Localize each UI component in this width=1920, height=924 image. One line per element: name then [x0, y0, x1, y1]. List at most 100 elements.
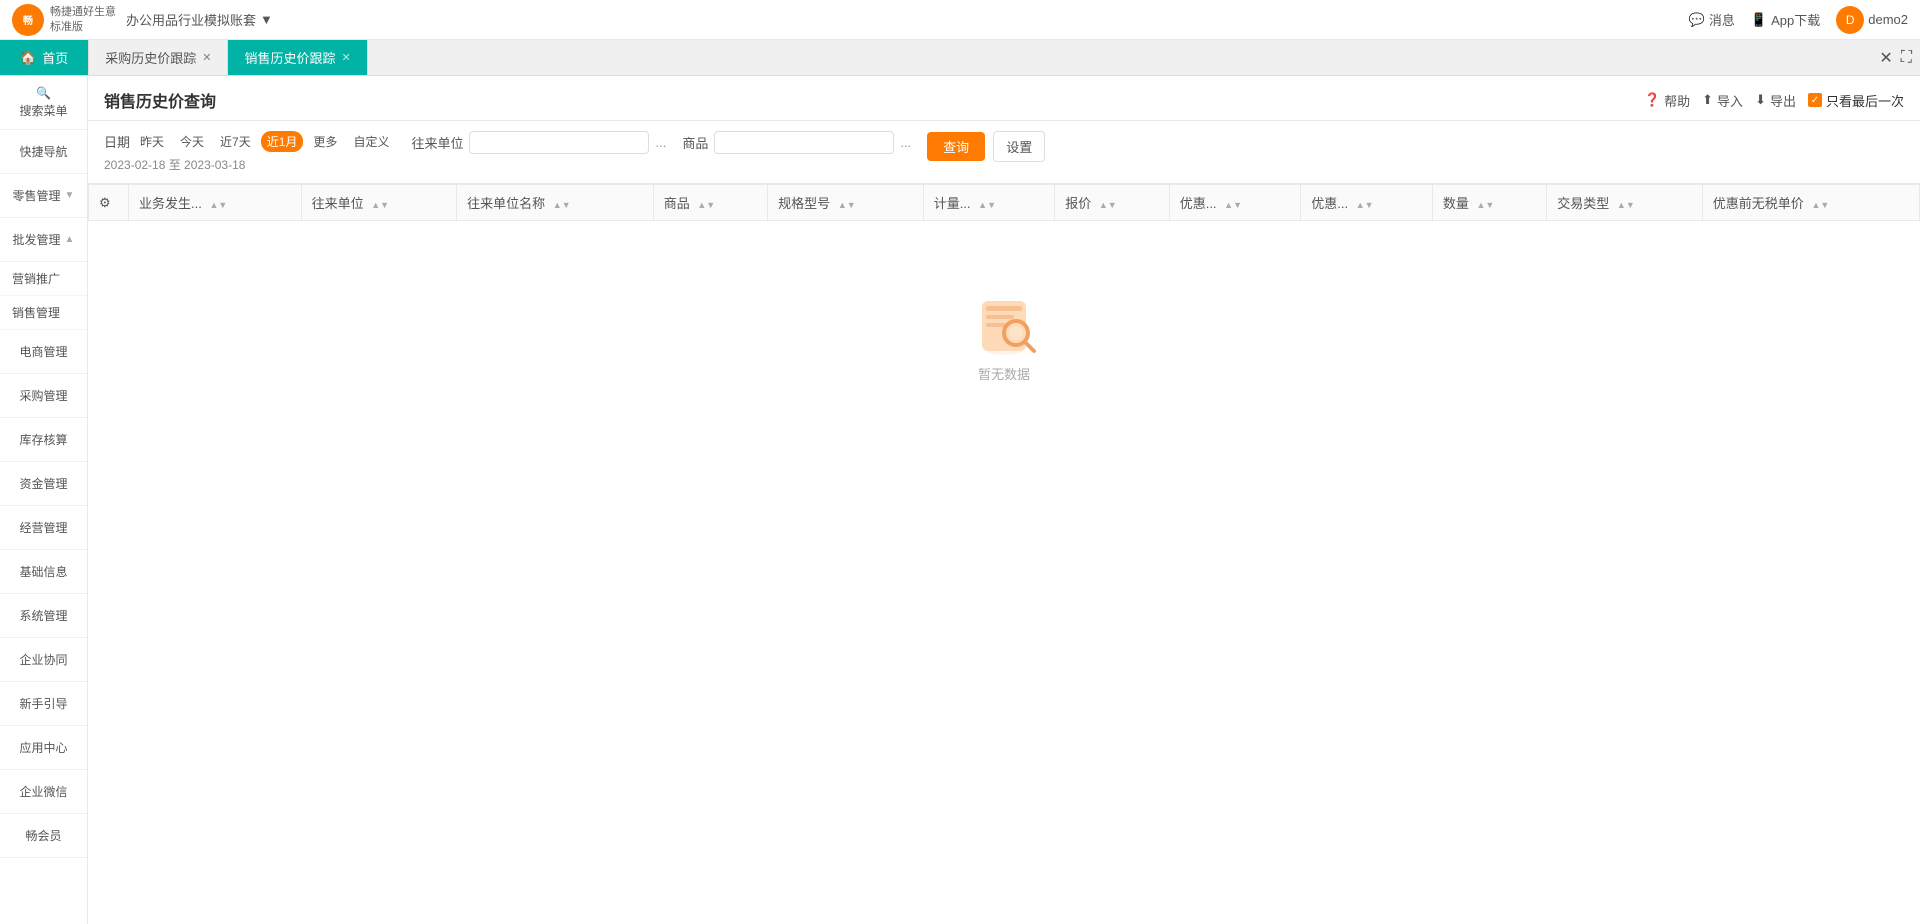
date-btn-yesterday[interactable]: 昨天: [134, 131, 170, 152]
sort-arrows-quantity: ▲▼: [1476, 200, 1494, 210]
sidebar-search-label: 搜索菜单: [19, 102, 67, 119]
th-discount1[interactable]: 优惠... ▲▼: [1169, 185, 1301, 221]
th-counterpart-code[interactable]: 往来单位 ▲▼: [301, 185, 457, 221]
goods-input[interactable]: [714, 131, 894, 154]
sort-arrows-trade-type: ▲▼: [1617, 200, 1635, 210]
sidebar-retail-label: 零售管理: [13, 187, 61, 204]
sidebar-ecommerce-label: 电商管理: [19, 343, 67, 360]
export-icon: ⬇: [1755, 92, 1766, 108]
sidebar-wholesale-label: 批发管理: [13, 231, 61, 248]
tab-close-all-icon[interactable]: ✕: [1879, 48, 1892, 68]
th-pretax-price[interactable]: 优惠前无税单价 ▲▼: [1702, 185, 1919, 221]
import-button[interactable]: ⬆ 导入: [1702, 91, 1743, 110]
sort-arrows-discount1: ▲▼: [1224, 200, 1242, 210]
sidebar-quicknav-label: 快捷导航: [19, 143, 67, 160]
th-goods[interactable]: 商品 ▲▼: [653, 185, 767, 221]
th-quote-price[interactable]: 报价 ▲▼: [1055, 185, 1169, 221]
sidebar-item-wechat[interactable]: 企业微信: [0, 770, 87, 814]
sidebar-item-system[interactable]: 系统管理: [0, 594, 87, 638]
sidebar-marketing-label: 营销推广: [12, 272, 60, 286]
tab-sales-history[interactable]: 销售历史价跟踪 ✕: [228, 40, 367, 75]
sidebar-item-finance[interactable]: 资金管理: [0, 462, 87, 506]
sidebar-item-guide[interactable]: 新手引导: [0, 682, 87, 726]
message-label: 消息: [1709, 10, 1735, 29]
chevron-down-icon: ▼: [65, 190, 75, 201]
chevron-up-icon: ▲: [65, 234, 75, 245]
date-btn-custom[interactable]: 自定义: [347, 131, 395, 152]
sidebar-item-retail[interactable]: 零售管理 ▼: [0, 174, 87, 218]
query-button[interactable]: 查询: [927, 132, 985, 161]
th-counterpart-code-label: 往来单位: [312, 196, 364, 211]
date-btn-today[interactable]: 今天: [174, 131, 210, 152]
th-counterpart-name[interactable]: 往来单位名称 ▲▼: [457, 185, 654, 221]
tab-purchase-history[interactable]: 采购历史价跟踪 ✕: [89, 40, 228, 75]
app-download-action[interactable]: 📱 App下载: [1751, 10, 1820, 29]
goods-ellipsis[interactable]: ...: [900, 135, 911, 150]
filter-bar: 日期 昨天 今天 近7天 近1月 更多 自定义 2023-02-18 至 202…: [88, 121, 1920, 184]
th-unit[interactable]: 计量... ▲▼: [923, 185, 1055, 221]
top-header: 畅 畅捷通好生意 标准版 办公用品行业模拟账套 ▼ 💬 消息 📱 App下载 D…: [0, 0, 1920, 40]
settings-button[interactable]: 设置: [993, 131, 1045, 162]
date-btn-more[interactable]: 更多: [307, 131, 343, 152]
th-quantity[interactable]: 数量 ▲▼: [1432, 185, 1546, 221]
goods-filter: 商品 ...: [682, 131, 911, 154]
counterpart-label: 往来单位: [411, 133, 463, 152]
sort-arrows-counterpart-code: ▲▼: [371, 200, 389, 210]
th-discount2[interactable]: 优惠... ▲▼: [1301, 185, 1433, 221]
tab-purchase-close[interactable]: ✕: [202, 51, 211, 64]
counterpart-ellipsis[interactable]: ...: [655, 135, 666, 150]
tab-home[interactable]: 🏠 首页: [0, 40, 89, 75]
avatar: D: [1836, 6, 1864, 34]
message-action[interactable]: 💬 消息: [1689, 10, 1735, 29]
sidebar-item-search[interactable]: 🔍 搜索菜单: [0, 76, 87, 130]
sidebar-item-wholesale[interactable]: 批发管理 ▲: [0, 218, 87, 262]
sidebar-item-inventory[interactable]: 库存核算: [0, 418, 87, 462]
empty-text: 暂无数据: [978, 364, 1030, 383]
th-discount2-label: 优惠...: [1311, 196, 1348, 211]
sidebar-basicinfo-label: 基础信息: [19, 563, 67, 580]
user-action[interactable]: D demo2: [1836, 6, 1908, 34]
th-trade-type[interactable]: 交易类型 ▲▼: [1547, 185, 1703, 221]
tab-expand-icon[interactable]: ⛶: [1901, 49, 1912, 67]
date-btn-1month[interactable]: 近1月: [261, 131, 304, 152]
sidebar-item-operations[interactable]: 经营管理: [0, 506, 87, 550]
import-label: 导入: [1717, 91, 1743, 110]
sort-arrows-biz-date: ▲▼: [209, 200, 227, 210]
help-button[interactable]: ❓ 帮助: [1644, 91, 1690, 110]
date-btn-7days[interactable]: 近7天: [214, 131, 257, 152]
counterpart-input[interactable]: [469, 131, 649, 154]
logo-text: 畅捷通好生意 标准版: [50, 5, 116, 34]
sidebar-item-enterprise[interactable]: 企业协同: [0, 638, 87, 682]
logo-icon: 畅: [12, 4, 44, 36]
th-trade-type-label: 交易类型: [1557, 196, 1609, 211]
date-range-text: 2023-02-18 至 2023-03-18: [104, 158, 245, 172]
sidebar-item-quick-nav[interactable]: 快捷导航: [0, 130, 87, 174]
tab-sales-close[interactable]: ✕: [341, 51, 350, 64]
th-unit-label: 计量...: [934, 196, 971, 211]
filter-buttons: 查询 设置: [927, 131, 1045, 162]
only-last-checkbox-wrapper[interactable]: ✓ 只看最后一次: [1808, 91, 1904, 110]
th-quote-price-label: 报价: [1065, 196, 1091, 211]
sidebar-finance-label: 资金管理: [19, 475, 67, 492]
th-counterpart-name-label: 往来单位名称: [467, 196, 545, 211]
export-button[interactable]: ⬇ 导出: [1755, 91, 1796, 110]
app-selector[interactable]: 办公用品行业模拟账套 ▼: [126, 10, 273, 29]
only-last-checkbox[interactable]: ✓: [1808, 93, 1822, 107]
app-download-label: App下载: [1771, 10, 1820, 29]
sidebar-item-sales-mgmt[interactable]: 销售管理: [0, 296, 87, 330]
sidebar-item-ecommerce[interactable]: 电商管理: [0, 330, 87, 374]
sidebar-item-app-center[interactable]: 应用中心: [0, 726, 87, 770]
tab-sales-label: 销售历史价跟踪: [244, 48, 335, 67]
th-settings[interactable]: ⚙: [89, 185, 129, 221]
th-biz-date[interactable]: 业务发生... ▲▼: [129, 185, 302, 221]
sidebar-item-basic-info[interactable]: 基础信息: [0, 550, 87, 594]
sidebar-item-purchase[interactable]: 采购管理: [0, 374, 87, 418]
gear-icon: ⚙: [99, 195, 111, 210]
sidebar-item-member[interactable]: 畅会员: [0, 814, 87, 858]
sort-arrows-goods: ▲▼: [697, 200, 715, 210]
main-layout: 🔍 搜索菜单 快捷导航 零售管理 ▼ 批发管理 ▲ 营销推广 销售管理 电商管理…: [0, 76, 1920, 924]
download-icon: 📱: [1751, 12, 1767, 28]
sidebar-enterprise-label: 企业协同: [19, 651, 67, 668]
th-spec[interactable]: 规格型号 ▲▼: [768, 185, 924, 221]
sidebar-item-marketing[interactable]: 营销推广: [0, 262, 87, 296]
